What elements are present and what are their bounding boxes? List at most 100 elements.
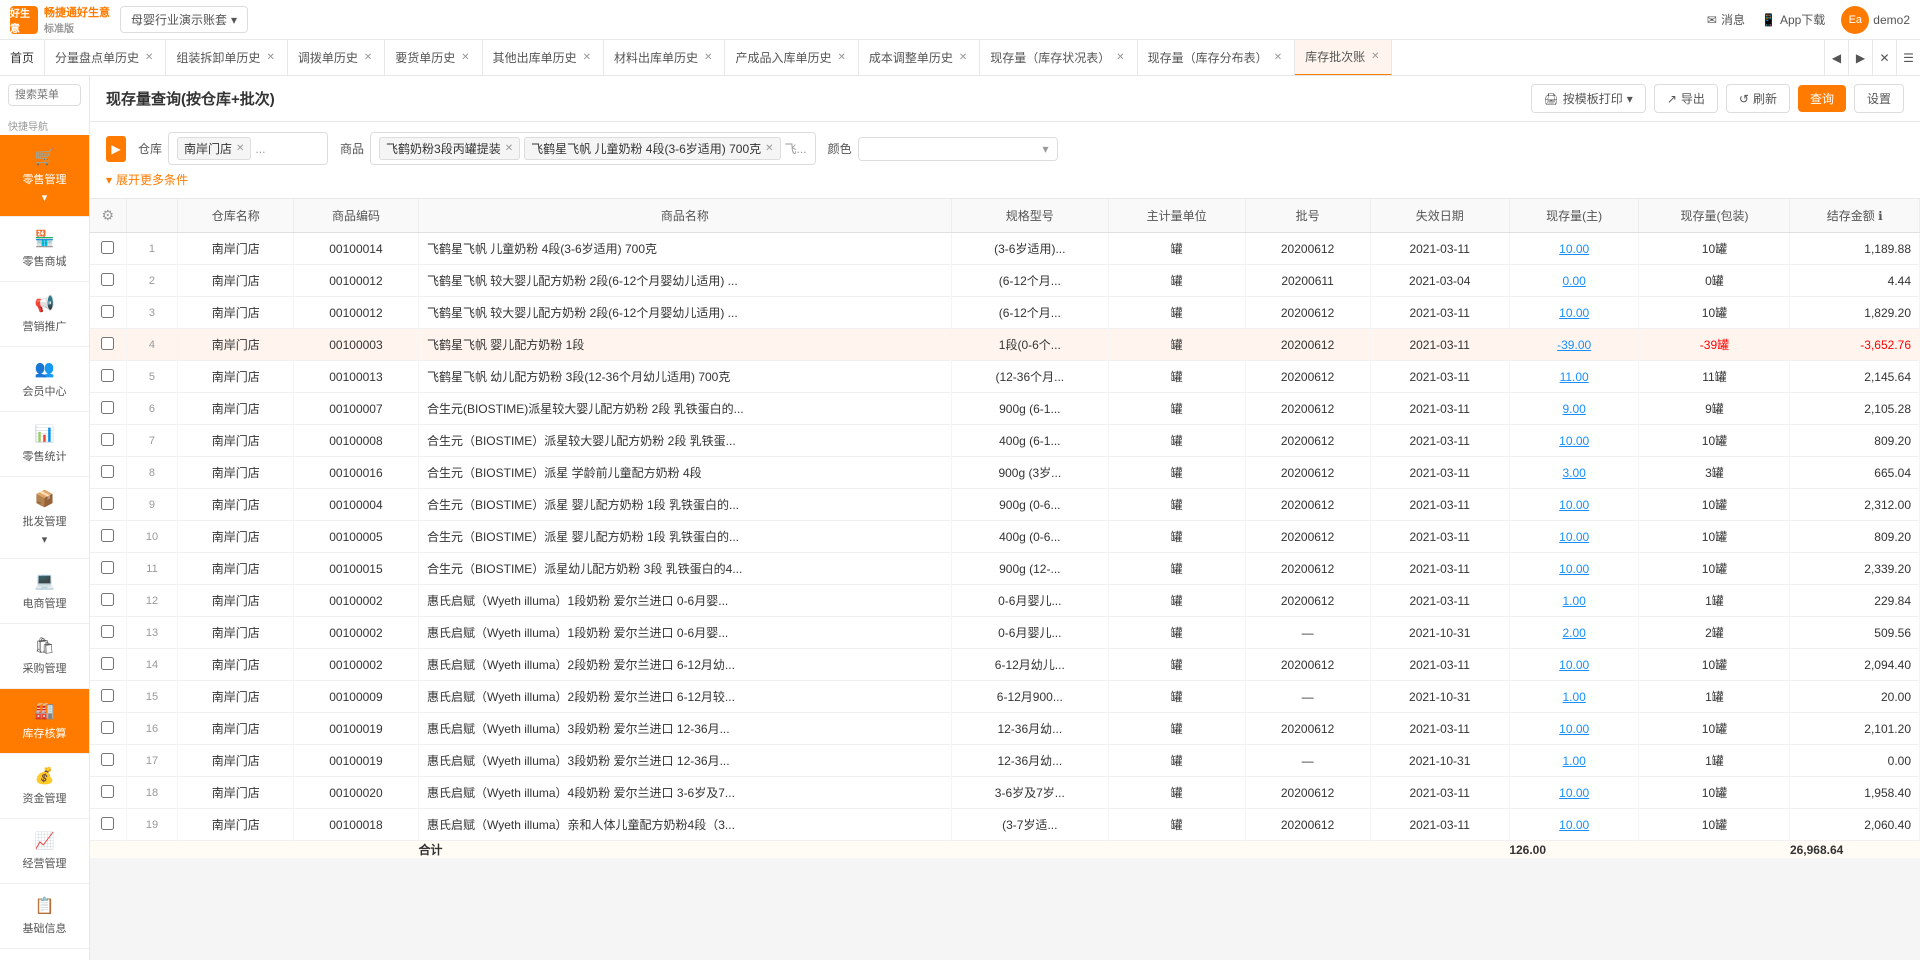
sidebar-item-finance[interactable]: 💰 资金管理 — [0, 754, 89, 819]
user-profile[interactable]: Ea demo2 — [1841, 6, 1910, 34]
row-qty-main-9[interactable]: 10.00 — [1509, 521, 1639, 553]
row-checkbox-6[interactable] — [90, 425, 126, 457]
row-checkbox-3[interactable] — [90, 329, 126, 361]
tab-11-active[interactable]: 库存批次账 ✕ — [1295, 40, 1392, 76]
sidebar-item-marketing[interactable]: 📢 营销推广 — [0, 282, 89, 347]
filter-warehouse-tag-close[interactable]: ✕ — [236, 143, 244, 154]
tab-2[interactable]: 组装拆卸单历史 ✕ — [166, 40, 287, 76]
row-checkbox-17[interactable] — [90, 777, 126, 809]
row-checkbox-5[interactable] — [90, 393, 126, 425]
row-checkbox-12[interactable] — [90, 617, 126, 649]
row-check-17[interactable] — [101, 785, 114, 798]
setting-btn[interactable]: 设置 — [1854, 84, 1904, 113]
row-qty-main-1[interactable]: 0.00 — [1509, 265, 1639, 297]
filter-warehouse-select[interactable]: 南岸门店 ✕ ... — [168, 132, 328, 165]
message-btn[interactable]: ✉ 消息 — [1707, 11, 1745, 28]
refresh-btn[interactable]: ↺ 刷新 — [1726, 84, 1790, 113]
sidebar-item-inventory[interactable]: 🏭 库存核算 — [0, 689, 89, 754]
query-btn[interactable]: 查询 — [1798, 85, 1846, 112]
row-checkbox-9[interactable] — [90, 521, 126, 553]
row-checkbox-4[interactable] — [90, 361, 126, 393]
filter-product-tag-0-close[interactable]: ✕ — [505, 143, 513, 154]
filter-color-select[interactable]: ▾ — [858, 137, 1058, 161]
sidebar-item-system[interactable]: ⚙ 系统管理 — [0, 949, 89, 960]
tab-4-close[interactable]: ✕ — [459, 51, 471, 64]
row-qty-main-2[interactable]: 10.00 — [1509, 297, 1639, 329]
row-qty-main-8[interactable]: 10.00 — [1509, 489, 1639, 521]
tab-8[interactable]: 成本调整单历史 ✕ — [859, 40, 980, 76]
row-checkbox-14[interactable] — [90, 681, 126, 713]
row-qty-main-14[interactable]: 1.00 — [1509, 681, 1639, 713]
tab-8-close[interactable]: ✕ — [957, 51, 969, 64]
tab-2-close[interactable]: ✕ — [264, 51, 276, 64]
row-check-7[interactable] — [101, 465, 114, 478]
row-checkbox-7[interactable] — [90, 457, 126, 489]
row-checkbox-0[interactable] — [90, 233, 126, 265]
row-check-1[interactable] — [101, 273, 114, 286]
sidebar-item-retail-management[interactable]: 🛒 零售管理 ▾ — [0, 135, 89, 217]
search-input[interactable] — [8, 84, 81, 106]
row-check-3[interactable] — [101, 337, 114, 350]
row-check-14[interactable] — [101, 689, 114, 702]
row-checkbox-11[interactable] — [90, 585, 126, 617]
row-check-11[interactable] — [101, 593, 114, 606]
row-checkbox-2[interactable] — [90, 297, 126, 329]
row-qty-main-10[interactable]: 10.00 — [1509, 553, 1639, 585]
tab-4[interactable]: 要货单历史 ✕ — [385, 40, 482, 76]
tab-7-close[interactable]: ✕ — [835, 51, 847, 64]
row-checkbox-13[interactable] — [90, 649, 126, 681]
tab-home[interactable]: 首页 — [0, 40, 45, 76]
row-checkbox-1[interactable] — [90, 265, 126, 297]
tab-3-close[interactable]: ✕ — [362, 51, 374, 64]
row-checkbox-18[interactable] — [90, 809, 126, 841]
tab-11-close[interactable]: ✕ — [1369, 50, 1381, 63]
tab-menu[interactable]: ☰ — [1896, 40, 1920, 76]
tab-7[interactable]: 产成品入库单历史 ✕ — [725, 40, 858, 76]
row-check-10[interactable] — [101, 561, 114, 574]
row-qty-main-3[interactable]: -39.00 — [1509, 329, 1639, 361]
row-check-0[interactable] — [101, 241, 114, 254]
sidebar-item-wholesale[interactable]: 📦 批发管理 ▾ — [0, 477, 89, 559]
row-check-12[interactable] — [101, 625, 114, 638]
tab-3[interactable]: 调拨单历史 ✕ — [288, 40, 385, 76]
filter-expand-btn[interactable]: ▶ — [106, 136, 126, 162]
filter-expand[interactable]: ▾ 展开更多条件 — [106, 171, 1904, 188]
row-checkbox-10[interactable] — [90, 553, 126, 585]
row-check-18[interactable] — [101, 817, 114, 830]
sidebar-item-retail-stats[interactable]: 📊 零售统计 — [0, 412, 89, 477]
sidebar-item-basic-info[interactable]: 📋 基础信息 — [0, 884, 89, 949]
tab-close-all[interactable]: ✕ — [1872, 40, 1896, 76]
row-qty-main-15[interactable]: 10.00 — [1509, 713, 1639, 745]
filter-product-tag-1-close[interactable]: ✕ — [765, 143, 773, 154]
sidebar-item-member[interactable]: 👥 会员中心 — [0, 347, 89, 412]
tab-10[interactable]: 现存量（库存分布表） ✕ — [1138, 40, 1295, 76]
sidebar-item-management[interactable]: 📈 经营管理 — [0, 819, 89, 884]
row-checkbox-15[interactable] — [90, 713, 126, 745]
tab-6[interactable]: 材料出库单历史 ✕ — [604, 40, 725, 76]
sidebar-item-ecommerce[interactable]: 💻 电商管理 — [0, 559, 89, 624]
sidebar-item-purchase[interactable]: 🛍 采购管理 — [0, 624, 89, 689]
row-check-15[interactable] — [101, 721, 114, 734]
row-qty-main-5[interactable]: 9.00 — [1509, 393, 1639, 425]
tab-6-close[interactable]: ✕ — [702, 51, 714, 64]
row-qty-main-18[interactable]: 10.00 — [1509, 809, 1639, 841]
row-check-8[interactable] — [101, 497, 114, 510]
row-checkbox-8[interactable] — [90, 489, 126, 521]
tab-5[interactable]: 其他出库单历史 ✕ — [483, 40, 604, 76]
tab-1-close[interactable]: ✕ — [143, 51, 155, 64]
row-qty-main-6[interactable]: 10.00 — [1509, 425, 1639, 457]
row-check-9[interactable] — [101, 529, 114, 542]
tab-scroll-right[interactable]: ▶ — [1848, 40, 1872, 76]
tab-5-close[interactable]: ✕ — [581, 51, 593, 64]
tab-9[interactable]: 现存量（库存状况表） ✕ — [980, 40, 1137, 76]
sidebar-item-retail-shop[interactable]: 🏪 零售商城 — [0, 217, 89, 282]
row-qty-main-7[interactable]: 3.00 — [1509, 457, 1639, 489]
row-qty-main-13[interactable]: 10.00 — [1509, 649, 1639, 681]
account-dropdown[interactable]: 母婴行业演示账套 ▾ — [120, 6, 248, 33]
tab-10-close[interactable]: ✕ — [1272, 51, 1284, 64]
export-btn[interactable]: ↗ 导出 — [1654, 84, 1718, 113]
filter-product-select[interactable]: 飞鹤奶粉3段丙罐提装 ✕ 飞鹤星飞帆 儿童奶粉 4段(3-6岁适用) 700克 … — [370, 132, 816, 165]
tab-1[interactable]: 分量盘点单历史 ✕ — [45, 40, 166, 76]
row-qty-main-4[interactable]: 11.00 — [1509, 361, 1639, 393]
app-download-btn[interactable]: 📱 App下载 — [1761, 11, 1825, 28]
